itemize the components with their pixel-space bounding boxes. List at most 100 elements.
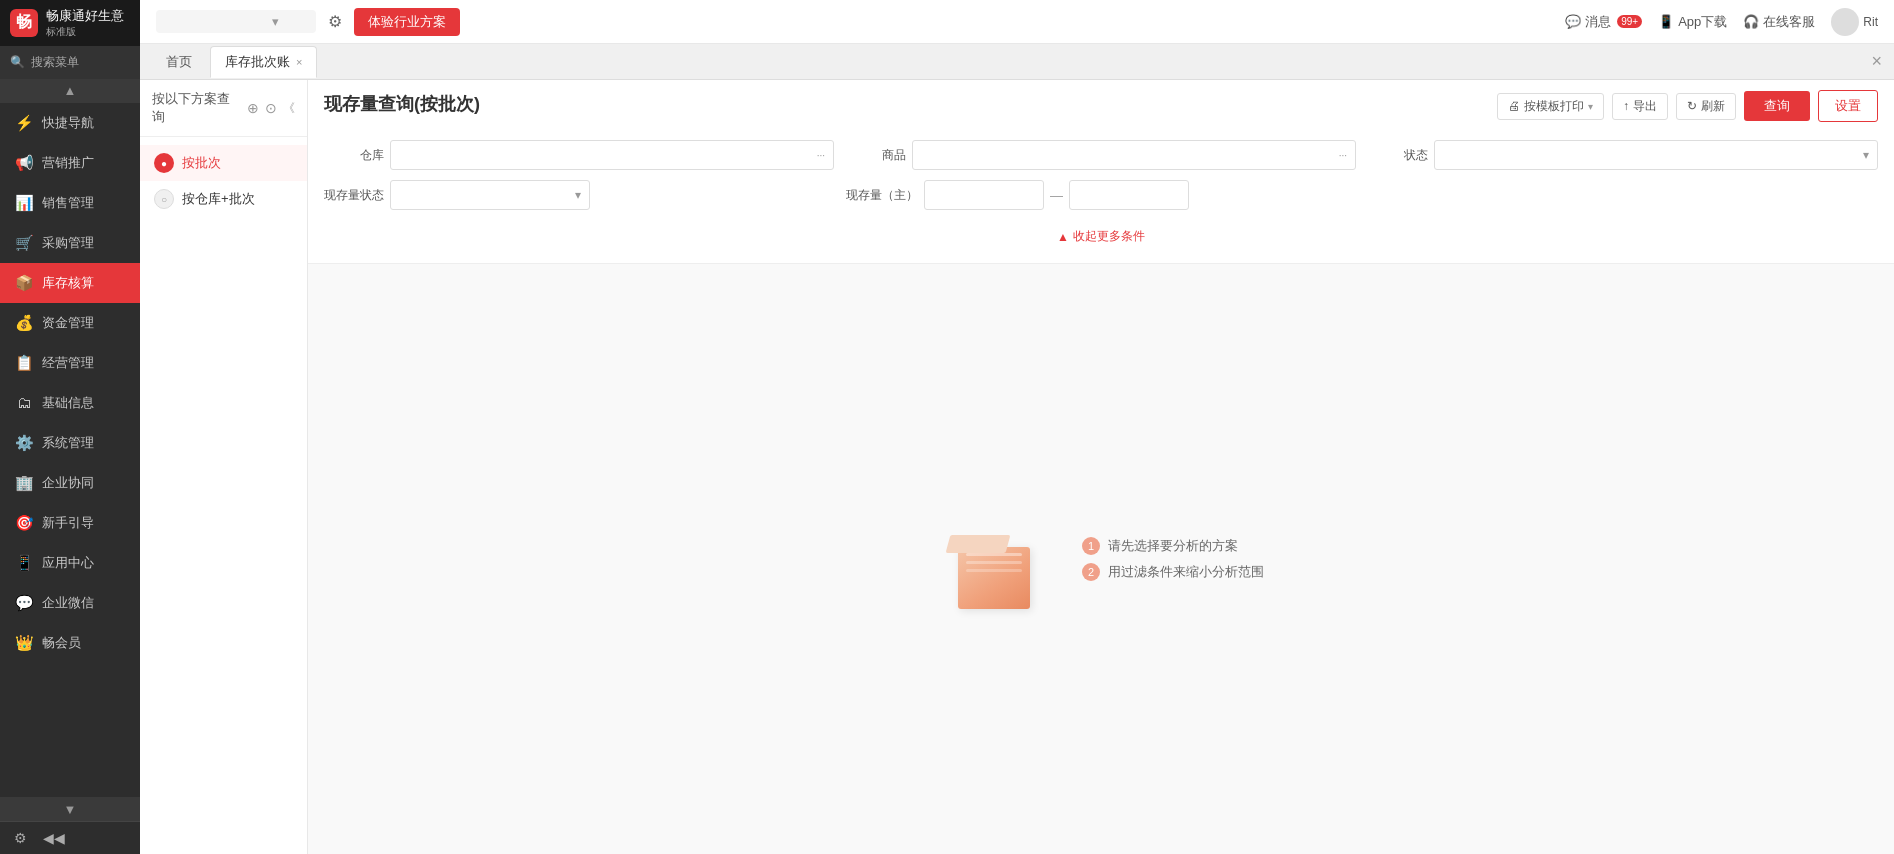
inventory-quantity-start[interactable] — [924, 180, 1044, 210]
sales-icon: 📊 — [14, 194, 34, 212]
sidebar-item-inventory[interactable]: 📦 库存核算 — [0, 263, 140, 303]
topbar-dropdown-icon[interactable]: ▾ — [272, 14, 279, 29]
topbar-search-input[interactable] — [166, 15, 266, 29]
print-icon: 🖨 — [1508, 99, 1520, 113]
settings-plan-button[interactable]: ⊙ — [265, 100, 277, 117]
product-label: 商品 — [846, 147, 906, 164]
tip-num-2: 2 — [1082, 563, 1100, 581]
messages-icon: 💬 — [1565, 14, 1581, 29]
template-print-button[interactable]: 🖨 按模板打印 ▾ — [1497, 93, 1604, 120]
left-panel: 按以下方案查询 ⊕ ⊙ 《 ● 按批次 ○ 按仓库+批次 — [140, 80, 308, 854]
collapse-panel-button[interactable]: 《 — [283, 100, 295, 117]
plan-list: ● 按批次 ○ 按仓库+批次 — [140, 137, 307, 225]
topbar: ▾ ⚙ 体验行业方案 💬 消息 99+ 📱 App下载 🎧 在线客服 Rit — [140, 0, 1894, 44]
sidebar-scroll-up[interactable]: ▲ — [0, 79, 140, 103]
sidebar-search[interactable]: 🔍 搜索菜单 — [0, 46, 140, 79]
filter-scheme-label: 按以下方案查询 — [152, 90, 239, 126]
empty-tip-2: 2 用过滤条件来缩小分析范围 — [1082, 563, 1264, 581]
sidebar-item-operations[interactable]: 📋 经营管理 — [0, 343, 140, 383]
tab-inventory-batch[interactable]: 库存批次账 × — [210, 46, 317, 78]
query-header: 现存量查询(按批次) 🖨 按模板打印 ▾ ↑ 导出 ↻ — [308, 80, 1894, 140]
topbar-actions: 💬 消息 99+ 📱 App下载 🎧 在线客服 Rit — [1565, 8, 1878, 36]
status-arrow-icon: ▾ — [1863, 148, 1869, 162]
sidebar-scroll-down[interactable]: ▼ — [0, 797, 140, 821]
app-logo: 畅 — [10, 9, 38, 37]
inventory-status-select[interactable]: ▾ — [390, 180, 590, 210]
app-download-icon: 📱 — [1658, 14, 1674, 29]
page-title: 现存量查询(按批次) — [324, 92, 480, 116]
sidebar-item-sales[interactable]: 📊 销售管理 — [0, 183, 140, 223]
empty-state: 1 请先选择要分析的方案 2 用过滤条件来缩小分析范围 — [308, 264, 1894, 854]
query-button[interactable]: 查询 — [1744, 91, 1810, 121]
user-profile[interactable]: Rit — [1831, 8, 1878, 36]
purchase-icon: 🛒 — [14, 234, 34, 252]
warehouse-label: 仓库 — [324, 147, 384, 164]
sidebar-item-system[interactable]: ⚙️ 系统管理 — [0, 423, 140, 463]
status-select[interactable]: ▾ — [1434, 140, 1878, 170]
sidebar-item-purchase[interactable]: 🛒 采购管理 — [0, 223, 140, 263]
sidebar-item-finance[interactable]: 💰 资金管理 — [0, 303, 140, 343]
search-icon: 🔍 — [10, 55, 25, 69]
plan-item-warehouse-batch[interactable]: ○ 按仓库+批次 — [140, 181, 307, 217]
sidebar-item-wechat[interactable]: 💬 企业微信 — [0, 583, 140, 623]
filter-section: 仓库 ··· 商品 ··· 状态 ▾ — [308, 140, 1894, 264]
warehouse-input[interactable]: ··· — [390, 140, 834, 170]
basic-icon: 🗂 — [14, 394, 34, 411]
plan-icon-warehouse-batch: ○ — [154, 189, 174, 209]
export-button[interactable]: ↑ 导出 — [1612, 93, 1668, 120]
refresh-button[interactable]: ↻ 刷新 — [1676, 93, 1736, 120]
content-area: 按以下方案查询 ⊕ ⊙ 《 ● 按批次 ○ 按仓库+批次 — [140, 80, 1894, 854]
sidebar-item-vip[interactable]: 👑 畅会员 — [0, 623, 140, 663]
tab-close-icon[interactable]: × — [296, 56, 302, 68]
settings-button[interactable]: 设置 — [1818, 90, 1878, 122]
sidebar-item-guide[interactable]: 🎯 新手引导 — [0, 503, 140, 543]
inventory-status-arrow-icon: ▾ — [575, 188, 581, 202]
topbar-search-area[interactable]: ▾ — [156, 10, 316, 33]
collapse-bar[interactable]: ▲ 收起更多条件 — [324, 220, 1878, 253]
sidebar-item-marketing[interactable]: 📢 营销推广 — [0, 143, 140, 183]
app-title: 畅康通好生意 标准版 — [46, 8, 124, 38]
tabbar: 首页 库存批次账 × × — [140, 44, 1894, 80]
settings-footer-icon[interactable]: ⚙ — [14, 830, 27, 846]
app-download-button[interactable]: 📱 App下载 — [1658, 13, 1727, 31]
vip-icon: 👑 — [14, 634, 34, 652]
product-input[interactable]: ··· — [912, 140, 1356, 170]
plan-item-batch[interactable]: ● 按批次 — [140, 145, 307, 181]
sidebar-item-quick-nav[interactable]: ⚡ 快捷导航 — [0, 103, 140, 143]
messages-button[interactable]: 💬 消息 99+ — [1565, 13, 1642, 31]
add-plan-button[interactable]: ⊕ — [247, 100, 259, 117]
sidebar-item-apps[interactable]: 📱 应用中心 — [0, 543, 140, 583]
operations-icon: 📋 — [14, 354, 34, 372]
system-icon: ⚙️ — [14, 434, 34, 452]
plan-icon-batch: ● — [154, 153, 174, 173]
sidebar-footer: ⚙ ◀◀ — [0, 821, 140, 854]
refresh-icon: ↻ — [1687, 99, 1697, 113]
experience-button[interactable]: 体验行业方案 — [354, 8, 460, 36]
main-area: ▾ ⚙ 体验行业方案 💬 消息 99+ 📱 App下载 🎧 在线客服 Rit — [140, 0, 1894, 854]
marketing-icon: 📢 — [14, 154, 34, 172]
online-service-button[interactable]: 🎧 在线客服 — [1743, 13, 1815, 31]
messages-badge: 99+ — [1617, 15, 1642, 28]
avatar[interactable] — [1831, 8, 1859, 36]
filter-dash: — — [1050, 188, 1063, 203]
finance-icon: 💰 — [14, 314, 34, 332]
print-dropdown-icon[interactable]: ▾ — [1588, 101, 1593, 112]
inventory-status-label: 现存量状态 — [324, 187, 384, 204]
status-filter-group: 状态 ▾ — [1368, 140, 1878, 170]
collapse-sidebar-icon[interactable]: ◀◀ — [43, 830, 65, 846]
empty-tip-1: 1 请先选择要分析的方案 — [1082, 537, 1264, 555]
tab-close-all-button[interactable]: × — [1871, 51, 1882, 72]
inventory-quantity-end[interactable] — [1069, 180, 1189, 210]
sidebar-nav: ⚡ 快捷导航 📢 营销推广 📊 销售管理 🛒 采购管理 📦 库存核算 💰 资金管… — [0, 103, 140, 797]
empty-box-body — [958, 547, 1030, 609]
inventory-status-group: 现存量状态 ▾ — [324, 180, 834, 210]
topbar-settings-icon[interactable]: ⚙ — [328, 12, 342, 31]
right-panel: 现存量查询(按批次) 🖨 按模板打印 ▾ ↑ 导出 ↻ — [308, 80, 1894, 854]
sidebar-item-basic[interactable]: 🗂 基础信息 — [0, 383, 140, 423]
sidebar-item-enterprise[interactable]: 🏢 企业协同 — [0, 463, 140, 503]
tab-home[interactable]: 首页 — [152, 46, 206, 78]
warehouse-dots: ··· — [817, 150, 825, 161]
empty-tips: 1 请先选择要分析的方案 2 用过滤条件来缩小分析范围 — [1082, 537, 1264, 581]
wechat-icon: 💬 — [14, 594, 34, 612]
collapse-icon: ▲ — [1057, 230, 1069, 244]
